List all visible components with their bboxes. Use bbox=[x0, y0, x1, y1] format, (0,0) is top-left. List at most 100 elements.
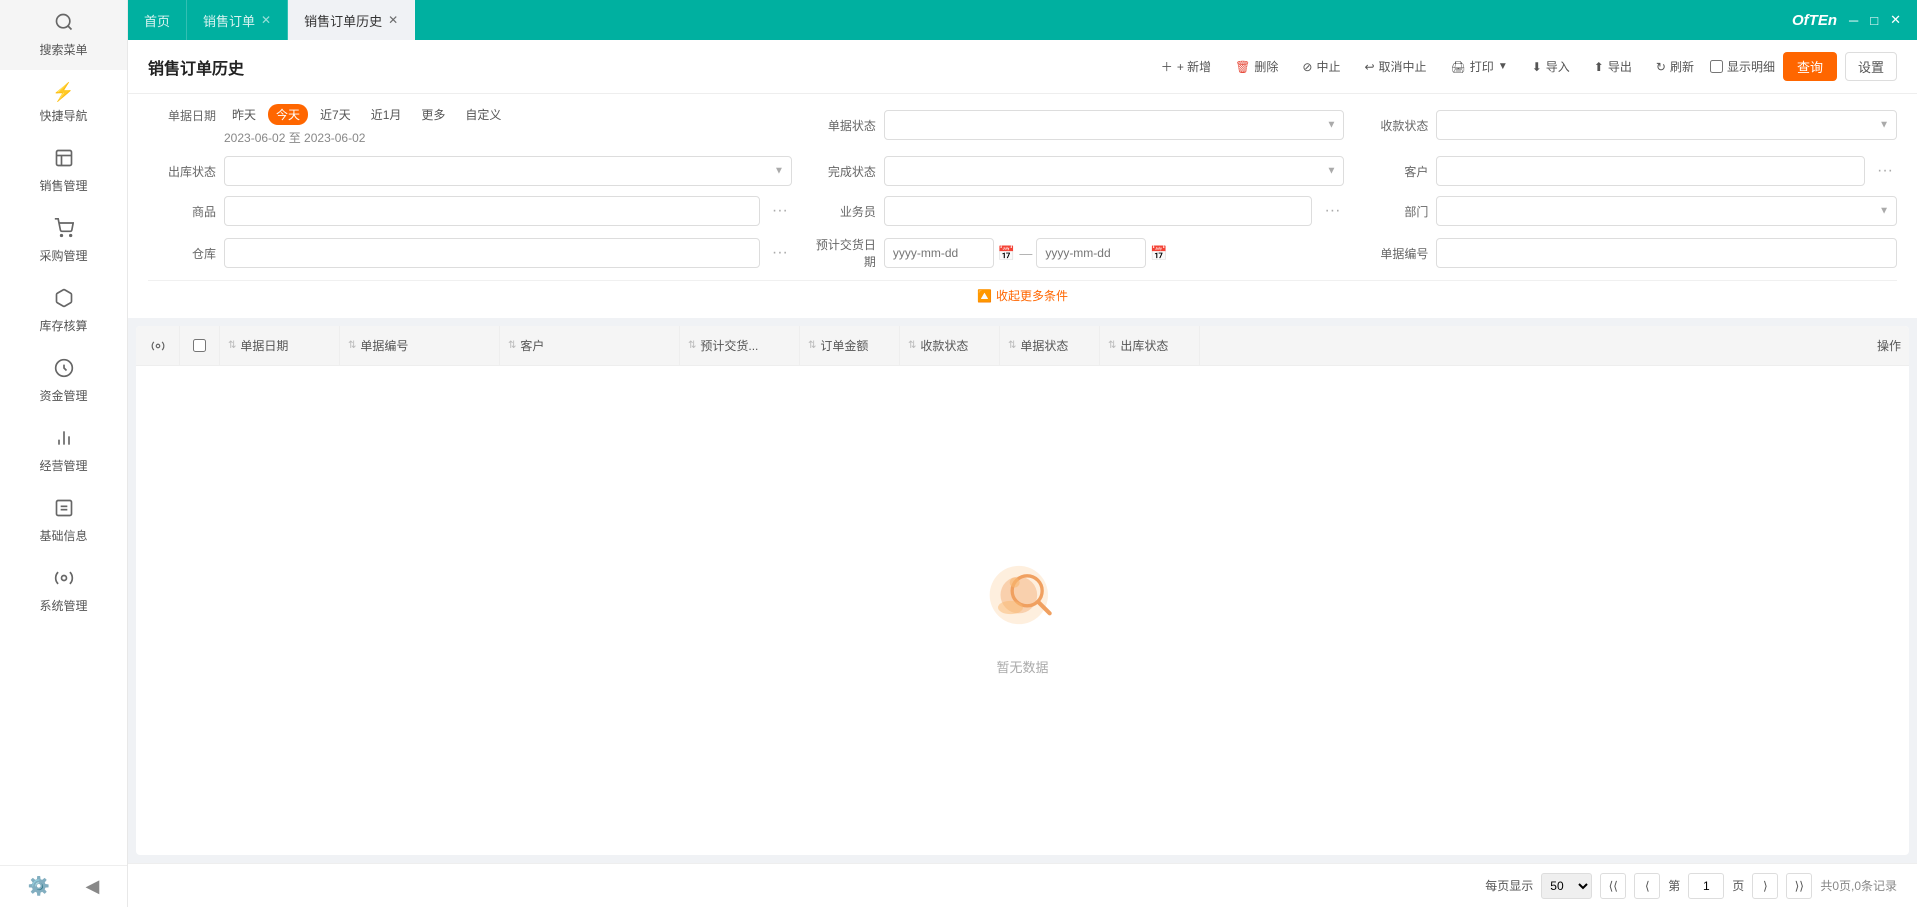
filter-row-1: 单据日期 昨天 今天 近7天 近1月 更多 自定义 2023-06-02 至 2… bbox=[148, 104, 1897, 146]
tab-home[interactable]: 首页 bbox=[128, 0, 187, 40]
new-btn[interactable]: ＋ + 新增 bbox=[1153, 54, 1219, 79]
out-status-label: 出库状态 bbox=[148, 163, 216, 180]
th-out-status[interactable]: ⇅ 出库状态 bbox=[1100, 326, 1200, 365]
date-btn-1month[interactable]: 近1月 bbox=[363, 104, 410, 125]
date-btn-7days[interactable]: 近7天 bbox=[312, 104, 359, 125]
goods-dots-btn[interactable]: ··· bbox=[768, 202, 792, 220]
query-btn[interactable]: 查询 bbox=[1783, 52, 1837, 81]
warehouse-input[interactable] bbox=[224, 238, 760, 268]
complete-status-select[interactable] bbox=[884, 156, 1345, 186]
refresh-btn[interactable]: ↻ 刷新 bbox=[1648, 54, 1702, 79]
doc-status-label: 单据状态 bbox=[808, 117, 876, 134]
salesperson-input[interactable] bbox=[884, 196, 1313, 226]
date-btn-more[interactable]: 更多 bbox=[413, 104, 453, 125]
th-customer-label: 客户 bbox=[520, 337, 544, 354]
delete-icon: 🗑 bbox=[1235, 60, 1250, 74]
tab-sales-order-history-close[interactable]: ✕ bbox=[388, 13, 398, 27]
warehouse-dots-btn[interactable]: ··· bbox=[768, 244, 792, 262]
th-amount[interactable]: ⇅ 订单金额 bbox=[800, 326, 900, 365]
sidebar: 搜索菜单 ⚡ 快捷导航 销售管理 采购管理 库存核算 资金管理 经营管理 bbox=[0, 0, 128, 907]
th-pay-status[interactable]: ⇅ 收款状态 bbox=[900, 326, 1000, 365]
new-icon: ＋ bbox=[1161, 58, 1173, 75]
tab-home-label: 首页 bbox=[144, 11, 170, 30]
collapse-btn[interactable]: 🔼 收起更多条件 bbox=[977, 287, 1068, 304]
th-doc-status[interactable]: ⇅ 单据状态 bbox=[1000, 326, 1100, 365]
sidebar-item-basic-info[interactable]: 基础信息 bbox=[0, 486, 127, 556]
inventory-icon bbox=[54, 288, 74, 313]
tab-sales-order-close[interactable]: ✕ bbox=[261, 13, 271, 27]
date-btn-today[interactable]: 今天 bbox=[268, 104, 308, 125]
dept-select[interactable] bbox=[1436, 196, 1897, 226]
tab-sales-order-history[interactable]: 销售订单历史 ✕ bbox=[288, 0, 415, 40]
collapse-icon[interactable]: ◀ bbox=[85, 876, 99, 897]
sidebar-item-operation[interactable]: 经营管理 bbox=[0, 416, 127, 486]
date-btn-yesterday[interactable]: 昨天 bbox=[224, 104, 264, 125]
select-all-checkbox[interactable] bbox=[193, 339, 206, 352]
tab-sales-order[interactable]: 销售订单 ✕ bbox=[187, 0, 288, 40]
stop-btn[interactable]: ⊘ 中止 bbox=[1294, 54, 1348, 79]
export-btn[interactable]: ⬆ 导出 bbox=[1586, 54, 1640, 79]
import-btn[interactable]: ⬇ 导入 bbox=[1524, 54, 1578, 79]
search-menu-icon bbox=[54, 12, 74, 37]
print-btn[interactable]: 🖨 打印 ▼ bbox=[1443, 54, 1516, 79]
sidebar-item-quick-nav[interactable]: ⚡ 快捷导航 bbox=[0, 70, 127, 136]
sidebar-item-system-mgmt[interactable]: 系统管理 bbox=[0, 556, 127, 626]
sort-icon: ⇅ bbox=[348, 340, 356, 351]
th-delivery[interactable]: ⇅ 预计交货... bbox=[680, 326, 800, 365]
window-max-btn[interactable]: □ bbox=[1870, 13, 1878, 28]
filter-section: 单据日期 昨天 今天 近7天 近1月 更多 自定义 2023-06-02 至 2… bbox=[128, 94, 1917, 318]
display-detail-checkbox[interactable] bbox=[1710, 60, 1723, 73]
display-detail-toggle[interactable]: 显示明细 bbox=[1710, 58, 1775, 75]
sidebar-item-finance[interactable]: 资金管理 bbox=[0, 346, 127, 416]
customer-input[interactable] bbox=[1436, 156, 1865, 186]
th-doc-date[interactable]: ⇅ 单据日期 bbox=[220, 326, 340, 365]
last-page-btn[interactable]: ⟩⟩ bbox=[1786, 873, 1812, 899]
topbar-tabs: 首页 销售订单 ✕ 销售订单历史 ✕ bbox=[128, 0, 415, 40]
page-title: 销售订单历史 bbox=[148, 55, 244, 79]
page-total: 共0页,0条记录 bbox=[1820, 877, 1897, 894]
print-icon: 🖨 bbox=[1451, 60, 1466, 74]
delivery-date-end[interactable] bbox=[1036, 238, 1146, 268]
sidebar-item-sales-mgmt[interactable]: 销售管理 bbox=[0, 136, 127, 206]
complete-status-select-wrapper: ▼ bbox=[884, 156, 1345, 186]
prev-page-btn[interactable]: ⟨ bbox=[1634, 873, 1660, 899]
doc-no-input[interactable] bbox=[1436, 238, 1897, 268]
page-input[interactable] bbox=[1688, 873, 1724, 899]
th-settings[interactable] bbox=[136, 326, 180, 365]
sidebar-item-purchase-mgmt[interactable]: 采购管理 bbox=[0, 206, 127, 276]
date-btn-custom[interactable]: 自定义 bbox=[457, 104, 509, 125]
th-customer[interactable]: ⇅ 客户 bbox=[500, 326, 680, 365]
th-checkbox[interactable] bbox=[180, 326, 220, 365]
sort-icon: ⇅ bbox=[228, 340, 236, 351]
pay-status-select[interactable] bbox=[1436, 110, 1897, 140]
delivery-date-start[interactable] bbox=[884, 238, 994, 268]
delete-btn[interactable]: 🗑 删除 bbox=[1227, 54, 1286, 79]
delivery-date-end-icon[interactable]: 📅 bbox=[1150, 245, 1167, 262]
dept-select-wrapper: ▼ bbox=[1436, 196, 1897, 226]
dept-label: 部门 bbox=[1360, 203, 1428, 220]
quick-nav-icon: ⚡ bbox=[52, 82, 74, 103]
customer-dots-btn[interactable]: ··· bbox=[1873, 162, 1897, 180]
cancel-stop-btn[interactable]: ↩ 取消中止 bbox=[1356, 54, 1434, 79]
delivery-date-start-icon[interactable]: 📅 bbox=[998, 245, 1015, 262]
collapse-text: 收起更多条件 bbox=[996, 287, 1068, 304]
th-doc-no[interactable]: ⇅ 单据编号 bbox=[340, 326, 500, 365]
settings-btn[interactable]: 设置 bbox=[1845, 52, 1897, 81]
date-range-text: 2023-06-02 至 2023-06-02 bbox=[224, 129, 509, 146]
goods-input[interactable] bbox=[224, 196, 760, 226]
page-header: 销售订单历史 ＋ + 新增 🗑 删除 ⊘ 中止 ↩ 取消中止 bbox=[128, 40, 1917, 94]
page-size-select[interactable]: 20 50 100 bbox=[1541, 873, 1592, 899]
settings-icon[interactable]: ⚙️ bbox=[28, 876, 50, 897]
sidebar-item-search-menu[interactable]: 搜索菜单 bbox=[0, 0, 127, 70]
window-close-btn[interactable]: ✕ bbox=[1890, 12, 1901, 28]
th-out-status-label: 出库状态 bbox=[1120, 337, 1168, 354]
doc-status-select[interactable] bbox=[884, 110, 1345, 140]
first-page-btn[interactable]: ⟨⟨ bbox=[1600, 873, 1626, 899]
sidebar-item-label: 采购管理 bbox=[39, 247, 87, 264]
sidebar-item-inventory[interactable]: 库存核算 bbox=[0, 276, 127, 346]
out-status-select[interactable] bbox=[224, 156, 792, 186]
window-min-btn[interactable]: ─ bbox=[1849, 13, 1858, 28]
salesperson-dots-btn[interactable]: ··· bbox=[1320, 202, 1344, 220]
next-page-btn[interactable]: ⟩ bbox=[1752, 873, 1778, 899]
pay-status-label: 收款状态 bbox=[1360, 117, 1428, 134]
